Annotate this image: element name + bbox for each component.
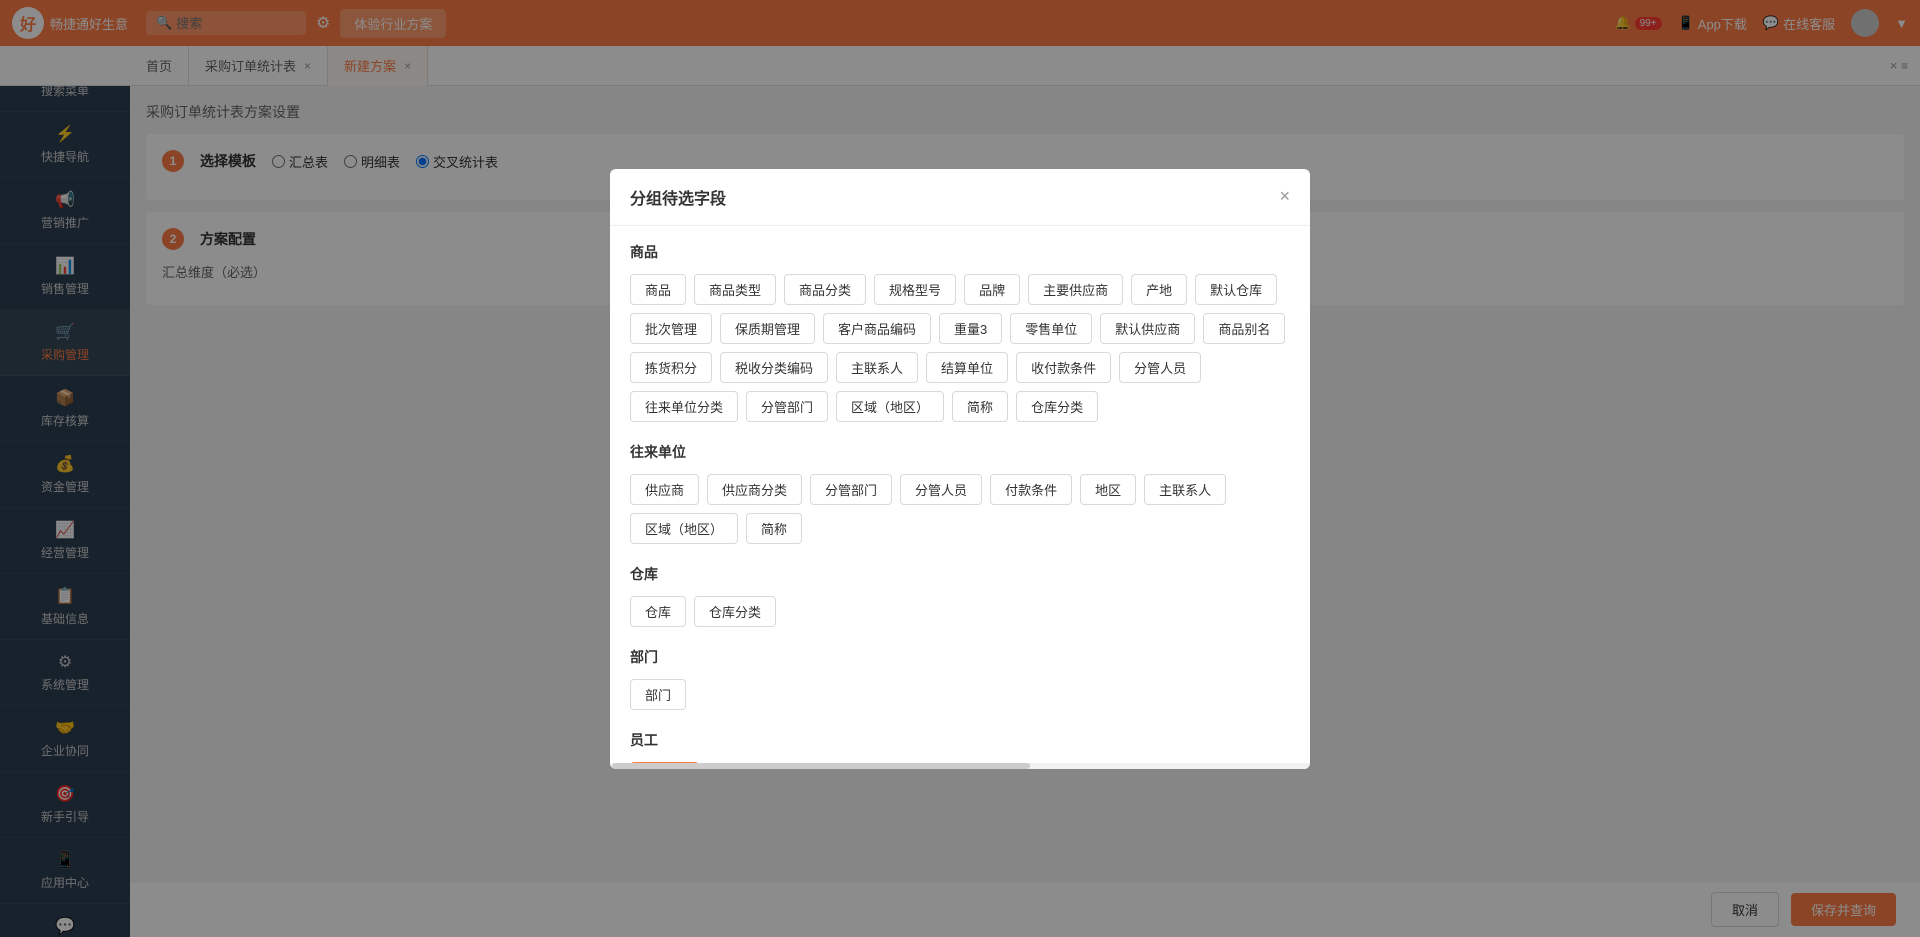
tag-tax-code[interactable]: 税收分类编码 [720,352,828,383]
tag-spec-model[interactable]: 规格型号 [874,274,956,305]
tag-main-supplier[interactable]: 主要供应商 [1028,274,1123,305]
scrollbar-thumb-h [612,763,1030,769]
tag-brand[interactable]: 品牌 [964,274,1020,305]
modal-overlay: 分组待选字段 × 商品 商品 商品类型 商品分类 规格型号 品牌 主要供应商 产… [0,0,1920,937]
tag-partner-category[interactable]: 往来单位分类 [630,391,738,422]
tag-settlement-unit[interactable]: 结算单位 [926,352,1008,383]
tag-warehouse[interactable]: 仓库 [630,596,686,627]
tag-payment-terms[interactable]: 收付款条件 [1016,352,1111,383]
tag-department[interactable]: 部门 [630,679,686,710]
section-goods-tags: 商品 商品类型 商品分类 规格型号 品牌 主要供应商 产地 默认仓库 批次管理 … [630,274,1290,422]
tag-region-partner[interactable]: 区域（地区） [630,513,738,544]
tag-short-name-goods[interactable]: 简称 [952,391,1008,422]
tag-weight3[interactable]: 重量3 [939,313,1002,344]
tag-supplier[interactable]: 供应商 [630,474,699,505]
modal-header: 分组待选字段 × [610,169,1310,226]
modal-scrollbar-horizontal[interactable] [610,763,1310,769]
section-employee-title: 员工 [630,730,1290,750]
tag-region-goods[interactable]: 区域（地区） [836,391,944,422]
tag-main-contact[interactable]: 主联系人 [836,352,918,383]
section-department: 部门 部门 [630,647,1290,710]
tag-default-supplier[interactable]: 默认供应商 [1100,313,1195,344]
section-department-tags: 部门 [630,679,1290,710]
tag-pick-score[interactable]: 拣货积分 [630,352,712,383]
section-warehouse-tags: 仓库 仓库分类 [630,596,1290,627]
section-partner: 往来单位 供应商 供应商分类 分管部门 分管人员 付款条件 地区 主联系人 区域… [630,442,1290,544]
tag-customer-code[interactable]: 客户商品编码 [823,313,931,344]
tag-partner-contact[interactable]: 主联系人 [1144,474,1226,505]
section-employee: 员工 业务员 [630,730,1290,763]
tag-supplier-category[interactable]: 供应商分类 [707,474,802,505]
tag-partner-dept[interactable]: 分管部门 [810,474,892,505]
tag-area[interactable]: 地区 [1080,474,1136,505]
tag-responsible-person[interactable]: 分管人员 [1119,352,1201,383]
tag-goods[interactable]: 商品 [630,274,686,305]
tag-shelf-life[interactable]: 保质期管理 [720,313,815,344]
tag-goods-type[interactable]: 商品类型 [694,274,776,305]
tag-payment-condition[interactable]: 付款条件 [990,474,1072,505]
tag-dept[interactable]: 分管部门 [746,391,828,422]
section-warehouse-title: 仓库 [630,564,1290,584]
tag-warehouse-category[interactable]: 仓库分类 [1016,391,1098,422]
tag-warehouse-cat[interactable]: 仓库分类 [694,596,776,627]
field-select-modal: 分组待选字段 × 商品 商品 商品类型 商品分类 规格型号 品牌 主要供应商 产… [610,169,1310,769]
tag-partner-person[interactable]: 分管人员 [900,474,982,505]
section-partner-tags: 供应商 供应商分类 分管部门 分管人员 付款条件 地区 主联系人 区域（地区） … [630,474,1290,544]
section-goods: 商品 商品 商品类型 商品分类 规格型号 品牌 主要供应商 产地 默认仓库 批次… [630,242,1290,422]
tag-default-warehouse[interactable]: 默认仓库 [1195,274,1277,305]
tag-goods-alias[interactable]: 商品别名 [1203,313,1285,344]
section-goods-title: 商品 [630,242,1290,262]
tag-retail-unit[interactable]: 零售单位 [1010,313,1092,344]
section-department-title: 部门 [630,647,1290,667]
modal-title: 分组待选字段 [630,185,726,209]
tag-batch-mgmt[interactable]: 批次管理 [630,313,712,344]
tag-goods-category[interactable]: 商品分类 [784,274,866,305]
tag-origin[interactable]: 产地 [1131,274,1187,305]
section-warehouse: 仓库 仓库 仓库分类 [630,564,1290,627]
modal-body: 商品 商品 商品类型 商品分类 规格型号 品牌 主要供应商 产地 默认仓库 批次… [610,226,1310,763]
tag-short-name-partner[interactable]: 简称 [746,513,802,544]
modal-close-button[interactable]: × [1279,186,1290,207]
section-partner-title: 往来单位 [630,442,1290,462]
